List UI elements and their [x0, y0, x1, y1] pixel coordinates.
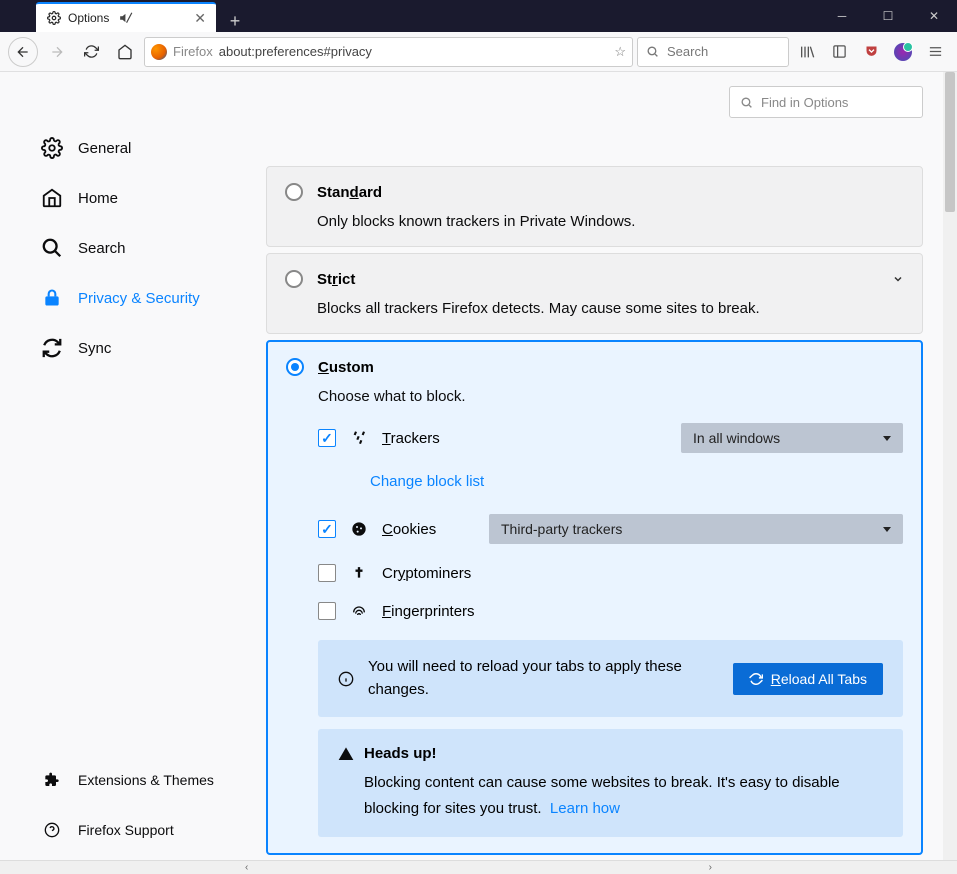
mute-icon[interactable] [119, 11, 133, 25]
chevron-down-icon[interactable] [892, 273, 904, 285]
trackers-label: Trackers [382, 430, 440, 447]
cookies-label: Cookies [382, 521, 436, 538]
sidebar-item-general[interactable]: General [40, 130, 256, 166]
panel-desc: Only blocks known trackers in Private Wi… [317, 213, 904, 230]
back-button[interactable] [8, 37, 38, 67]
sidebar-item-extensions[interactable]: Extensions & Themes [40, 762, 256, 798]
horizontal-scrollbar[interactable]: ‹› [0, 860, 957, 874]
radio-standard[interactable] [285, 183, 303, 201]
search-icon [40, 236, 64, 260]
panel-title: Strict [317, 271, 355, 288]
preferences-content: General Home Search Privacy & Security S… [0, 72, 957, 860]
url-product: Firefox [173, 44, 213, 59]
nav-toolbar: Firefox about:preferences#privacy ☆ Sear… [0, 32, 957, 72]
forward-button[interactable] [42, 37, 72, 67]
sidebar-item-home[interactable]: Home [40, 180, 256, 216]
sync-icon [40, 336, 64, 360]
help-icon [40, 818, 64, 842]
checkbox-cryptominers[interactable] [318, 564, 336, 582]
search-placeholder: Search [667, 44, 708, 59]
tab-title: Options [68, 11, 109, 25]
sidebar-label: Search [78, 240, 126, 257]
pocket-icon[interactable] [857, 37, 885, 67]
close-window-button[interactable]: ✕ [911, 0, 957, 32]
home-icon [40, 186, 64, 210]
panel-desc: Choose what to block. [318, 388, 903, 405]
headsup-body: Blocking content can cause some websites… [364, 770, 883, 821]
find-placeholder: Find in Options [761, 95, 848, 110]
vertical-scrollbar[interactable] [943, 72, 957, 860]
headsup-banner: Heads up! Blocking content can cause som… [318, 729, 903, 837]
tab-options[interactable]: Options ✕ [36, 2, 216, 32]
checkbox-trackers[interactable] [318, 429, 336, 447]
find-in-options-input[interactable]: Find in Options [729, 86, 923, 118]
url-bar[interactable]: Firefox about:preferences#privacy ☆ [144, 37, 633, 67]
sidebar-label: Home [78, 190, 118, 207]
minimize-button[interactable]: ─ [819, 0, 865, 32]
lock-icon [40, 286, 64, 310]
sidebar-item-sync[interactable]: Sync [40, 330, 256, 366]
preferences-sidebar: General Home Search Privacy & Security S… [0, 72, 256, 860]
fingerprinters-label: Fingerprinters [382, 603, 475, 620]
radio-strict[interactable] [285, 270, 303, 288]
sidebar-item-search[interactable]: Search [40, 230, 256, 266]
preferences-main: Find in Options Standard Only blocks kno… [256, 72, 957, 860]
url-text: about:preferences#privacy [219, 44, 609, 59]
sidebar-label: Sync [78, 340, 111, 357]
reload-all-tabs-button[interactable]: Reload All Tabs [733, 663, 883, 695]
trackers-dropdown[interactable]: In all windows [681, 423, 903, 453]
reload-button[interactable] [76, 37, 106, 67]
tracking-panel-standard[interactable]: Standard Only blocks known trackers in P… [266, 166, 923, 247]
checkbox-fingerprinters[interactable] [318, 602, 336, 620]
panel-desc: Blocks all trackers Firefox detects. May… [317, 300, 904, 317]
reload-message: You will need to reload your tabs to app… [368, 656, 719, 701]
headsup-title: Heads up! [364, 745, 437, 762]
puzzle-icon [40, 768, 64, 792]
change-blocklist-link[interactable]: Change block list [370, 473, 484, 490]
reload-info-banner: You will need to reload your tabs to app… [318, 640, 903, 717]
sidebar-label: Privacy & Security [78, 290, 200, 307]
cryptominers-icon [350, 565, 368, 581]
home-button[interactable] [110, 37, 140, 67]
window-titlebar: Options ✕ + ─ ☐ ✕ [0, 0, 957, 32]
panel-title: Custom [318, 359, 374, 376]
cryptominers-label: Cryptominers [382, 565, 471, 582]
scrollbar-thumb[interactable] [945, 72, 955, 212]
gear-icon [46, 10, 62, 26]
tracking-panel-strict[interactable]: Strict Blocks all trackers Firefox detec… [266, 253, 923, 334]
new-tab-button[interactable]: + [220, 11, 250, 32]
cookies-dropdown[interactable]: Third-party trackers [489, 514, 903, 544]
radio-custom[interactable] [286, 358, 304, 376]
tracking-panel-custom: Custom Choose what to block. Trackers In… [266, 340, 923, 855]
fingerprinters-icon [350, 603, 368, 619]
profile-icon[interactable] [889, 37, 917, 67]
tab-strip: Options ✕ + [0, 0, 250, 32]
close-tab-icon[interactable]: ✕ [194, 10, 206, 27]
sidebar-icon[interactable] [825, 37, 853, 67]
cookies-icon [350, 521, 368, 537]
bookmark-star-icon[interactable]: ☆ [614, 44, 626, 60]
library-icon[interactable] [793, 37, 821, 67]
sidebar-label: Firefox Support [78, 822, 174, 838]
maximize-button[interactable]: ☐ [865, 0, 911, 32]
menu-icon[interactable] [921, 37, 949, 67]
checkbox-cookies[interactable] [318, 520, 336, 538]
search-bar[interactable]: Search [637, 37, 789, 67]
info-icon [338, 671, 354, 687]
learn-how-link[interactable]: Learn how [550, 800, 620, 817]
sidebar-label: Extensions & Themes [78, 772, 214, 788]
trackers-icon [350, 430, 368, 446]
sidebar-item-support[interactable]: Firefox Support [40, 812, 256, 848]
gear-icon [40, 136, 64, 160]
sidebar-label: General [78, 140, 131, 157]
warning-icon [338, 746, 354, 762]
firefox-logo-icon [151, 44, 167, 60]
sidebar-item-privacy[interactable]: Privacy & Security [40, 280, 256, 316]
window-controls: ─ ☐ ✕ [819, 0, 957, 32]
panel-title: Standard [317, 184, 382, 201]
